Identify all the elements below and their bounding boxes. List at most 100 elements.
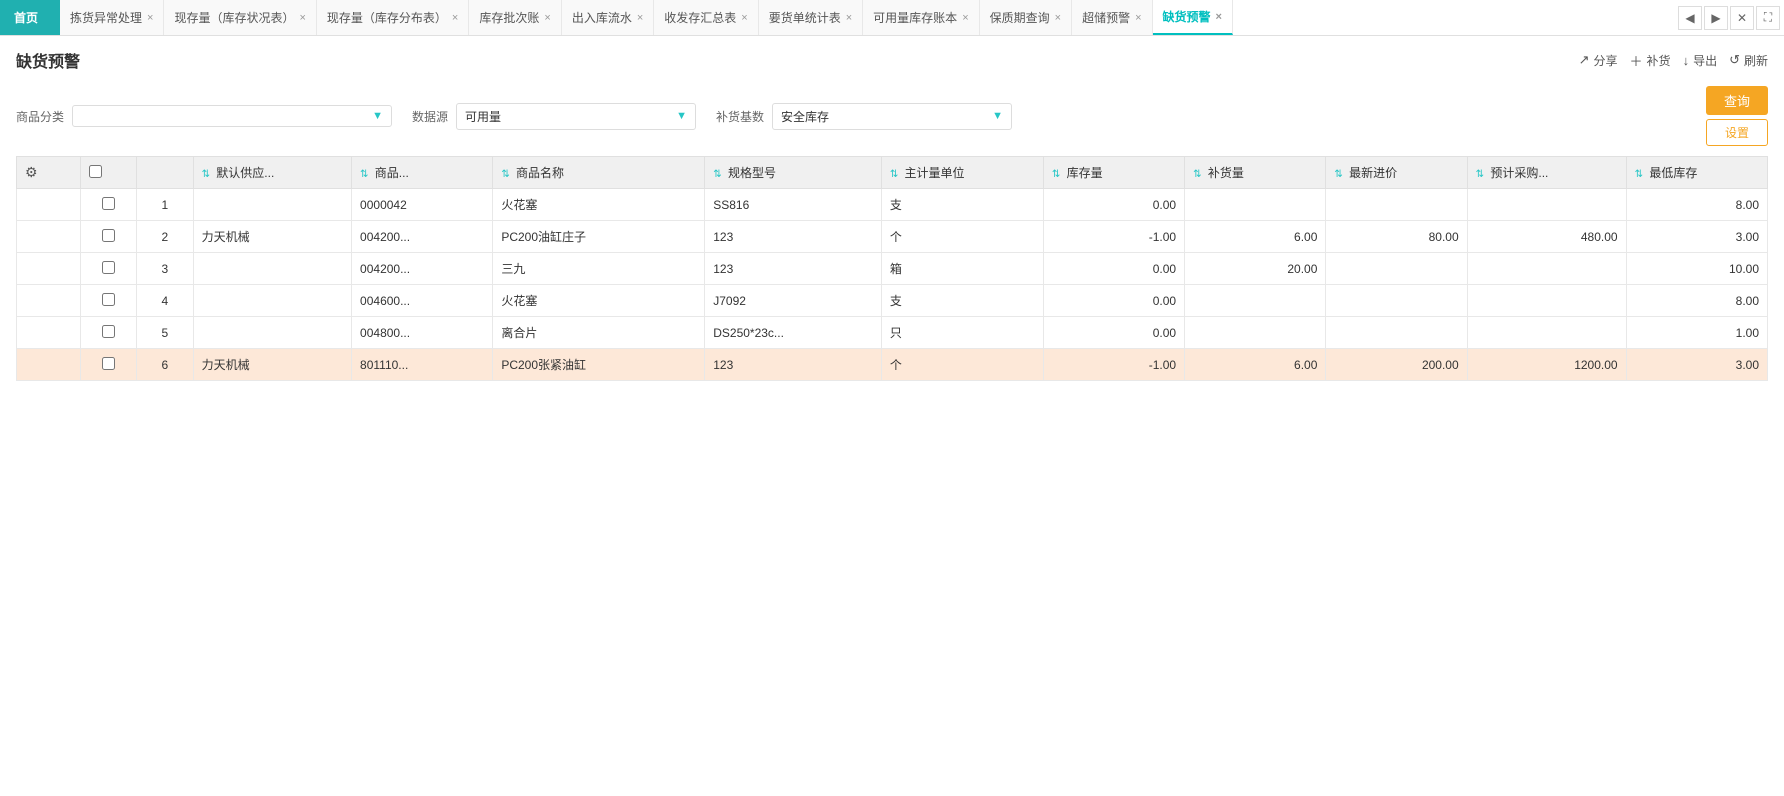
cell-checkbox bbox=[80, 189, 137, 221]
replenish-select-value: 安全库存 bbox=[781, 108, 829, 125]
tab-close-shortage[interactable]: × bbox=[1216, 11, 1222, 23]
settings-button[interactable]: 设置 bbox=[1706, 119, 1768, 146]
th-replenish-qty[interactable]: ⇅ 补货量 bbox=[1185, 157, 1326, 189]
cell-product-name: 三九 bbox=[493, 253, 705, 285]
tab-scroll-left[interactable]: ◀ bbox=[1678, 6, 1702, 30]
tab-close-receive-summary[interactable]: × bbox=[741, 12, 747, 24]
cell-stock: 0.00 bbox=[1043, 317, 1184, 349]
th-latest-price[interactable]: ⇅ 最新进价 bbox=[1326, 157, 1467, 189]
min-stock-sort-icon: ⇅ bbox=[1635, 169, 1643, 180]
tab-close-order-stats[interactable]: × bbox=[846, 12, 852, 24]
th-supplier-label: 默认供应... bbox=[216, 166, 274, 180]
tab-available-ledger[interactable]: 可用量库存账本 × bbox=[863, 0, 979, 35]
cell-unit: 箱 bbox=[881, 253, 1043, 285]
replenish-select-arrow: ▼ bbox=[992, 110, 1003, 122]
tab-inout-flow[interactable]: 出入库流水 × bbox=[562, 0, 654, 35]
page-header: 缺货预警 ↗ 分享 ＋ 补货 ↓ 导出 ↺ 刷新 bbox=[16, 48, 1768, 72]
tab-expiry[interactable]: 保质期查询× bbox=[980, 0, 1072, 35]
tab-home[interactable]: 首页 bbox=[0, 0, 60, 35]
th-unit[interactable]: ⇅ 主计量单位 bbox=[881, 157, 1043, 189]
cell-row-num: 6 bbox=[137, 349, 194, 381]
table-settings-icon[interactable]: ⚙ bbox=[25, 164, 38, 180]
th-product-code[interactable]: ⇅ 商品... bbox=[352, 157, 493, 189]
select-all-checkbox[interactable] bbox=[89, 165, 102, 178]
tab-close-inventory-status[interactable]: × bbox=[299, 12, 305, 24]
tab-label: 出入库流水 bbox=[572, 9, 632, 26]
th-product-name[interactable]: ⇅ 商品名称 bbox=[493, 157, 705, 189]
tab-close-exception[interactable]: × bbox=[147, 12, 153, 24]
cell-estimated-purchase bbox=[1467, 317, 1626, 349]
cell-settings bbox=[17, 317, 81, 349]
data-table: ⚙ ⇅ 默认供应... ⇅ 商品... ⇅ 商品名称 bbox=[16, 156, 1768, 381]
tab-label: 可用量库存账本 bbox=[873, 9, 957, 26]
row-checkbox[interactable] bbox=[102, 197, 115, 210]
th-stock[interactable]: ⇅ 库存量 bbox=[1043, 157, 1184, 189]
tab-close-expiry[interactable]: × bbox=[1055, 12, 1061, 24]
tab-inventory-dist[interactable]: 现存量（库存分布表）× bbox=[317, 0, 469, 35]
cell-latest-price: 200.00 bbox=[1326, 349, 1467, 381]
tab-close-all[interactable]: ✕ bbox=[1730, 6, 1754, 30]
tab-order-stats[interactable]: 要货单统计表× bbox=[759, 0, 863, 35]
datasource-select[interactable]: 可用量 ▼ bbox=[456, 103, 696, 130]
tab-close-inventory-dist[interactable]: × bbox=[452, 12, 458, 24]
cell-row-num: 3 bbox=[137, 253, 194, 285]
tab-overstock[interactable]: 超储预警× bbox=[1072, 0, 1152, 35]
row-checkbox[interactable] bbox=[102, 261, 115, 274]
share-label: 分享 bbox=[1594, 52, 1618, 69]
export-button[interactable]: ↓ 导出 bbox=[1683, 52, 1718, 69]
category-filter-group: 商品分类 ▼ bbox=[16, 105, 392, 127]
cell-spec: DS250*23c... bbox=[705, 317, 882, 349]
row-checkbox[interactable] bbox=[102, 293, 115, 306]
tab-scroll-right[interactable]: ▶ bbox=[1704, 6, 1728, 30]
row-checkbox[interactable] bbox=[102, 229, 115, 242]
th-estimated-purchase[interactable]: ⇅ 预计采购... bbox=[1467, 157, 1626, 189]
cell-product-code: 004200... bbox=[352, 253, 493, 285]
replenish-select[interactable]: 安全库存 ▼ bbox=[772, 103, 1012, 130]
tab-close-batch[interactable]: × bbox=[544, 12, 550, 24]
cell-min-stock: 3.00 bbox=[1626, 349, 1767, 381]
refresh-label: 刷新 bbox=[1744, 52, 1768, 69]
export-label: 导出 bbox=[1693, 52, 1717, 69]
cell-replenish-qty bbox=[1185, 189, 1326, 221]
cell-settings bbox=[17, 285, 81, 317]
row-checkbox[interactable] bbox=[102, 357, 115, 370]
cell-stock: 0.00 bbox=[1043, 285, 1184, 317]
replenish-button[interactable]: ＋ 补货 bbox=[1630, 51, 1671, 70]
category-label: 商品分类 bbox=[16, 108, 64, 125]
filter-actions: 查询 设置 bbox=[1706, 86, 1768, 146]
tab-close-overstock[interactable]: × bbox=[1135, 12, 1141, 24]
cell-row-num: 2 bbox=[137, 221, 194, 253]
tab-receive-summary[interactable]: 收发存汇总表× bbox=[654, 0, 758, 35]
tab-batch[interactable]: 库存批次账 × bbox=[469, 0, 561, 35]
tab-inventory-status[interactable]: 现存量（库存状况表）× bbox=[164, 0, 316, 35]
cell-replenish-qty bbox=[1185, 317, 1326, 349]
tab-exception[interactable]: 拣货异常处理× bbox=[60, 0, 164, 35]
category-select[interactable]: ▼ bbox=[72, 105, 392, 127]
cell-estimated-purchase: 1200.00 bbox=[1467, 349, 1626, 381]
cell-unit: 支 bbox=[881, 189, 1043, 221]
tab-close-available-ledger[interactable]: × bbox=[962, 12, 968, 24]
cell-unit: 支 bbox=[881, 285, 1043, 317]
export-icon: ↓ bbox=[1683, 53, 1690, 68]
share-button[interactable]: ↗ 分享 bbox=[1579, 52, 1618, 69]
tab-close-inout-flow[interactable]: × bbox=[637, 12, 643, 24]
th-min-stock-label: 最低库存 bbox=[1649, 166, 1697, 180]
th-spec[interactable]: ⇅ 规格型号 bbox=[705, 157, 882, 189]
cell-unit: 个 bbox=[881, 349, 1043, 381]
th-latest-price-label: 最新进价 bbox=[1349, 166, 1397, 180]
th-min-stock[interactable]: ⇅ 最低库存 bbox=[1626, 157, 1767, 189]
table-row: 1 0000042 火花塞 SS816 支 0.00 8.00 bbox=[17, 189, 1768, 221]
row-checkbox[interactable] bbox=[102, 325, 115, 338]
tab-label: 库存批次账 bbox=[479, 9, 539, 26]
refresh-button[interactable]: ↺ 刷新 bbox=[1729, 52, 1768, 69]
cell-product-name: 离合片 bbox=[493, 317, 705, 349]
datasource-filter-group: 数据源 可用量 ▼ bbox=[412, 103, 696, 130]
th-supplier[interactable]: ⇅ 默认供应... bbox=[193, 157, 351, 189]
replenish-label: 补货 bbox=[1647, 52, 1671, 69]
tab-shortage[interactable]: 缺货预警× bbox=[1153, 0, 1233, 35]
datasource-select-arrow: ▼ bbox=[676, 110, 687, 122]
cell-estimated-purchase bbox=[1467, 253, 1626, 285]
th-product-name-label: 商品名称 bbox=[516, 166, 564, 180]
tab-fullscreen[interactable]: ⛶ bbox=[1756, 6, 1780, 30]
query-button[interactable]: 查询 bbox=[1706, 86, 1768, 115]
